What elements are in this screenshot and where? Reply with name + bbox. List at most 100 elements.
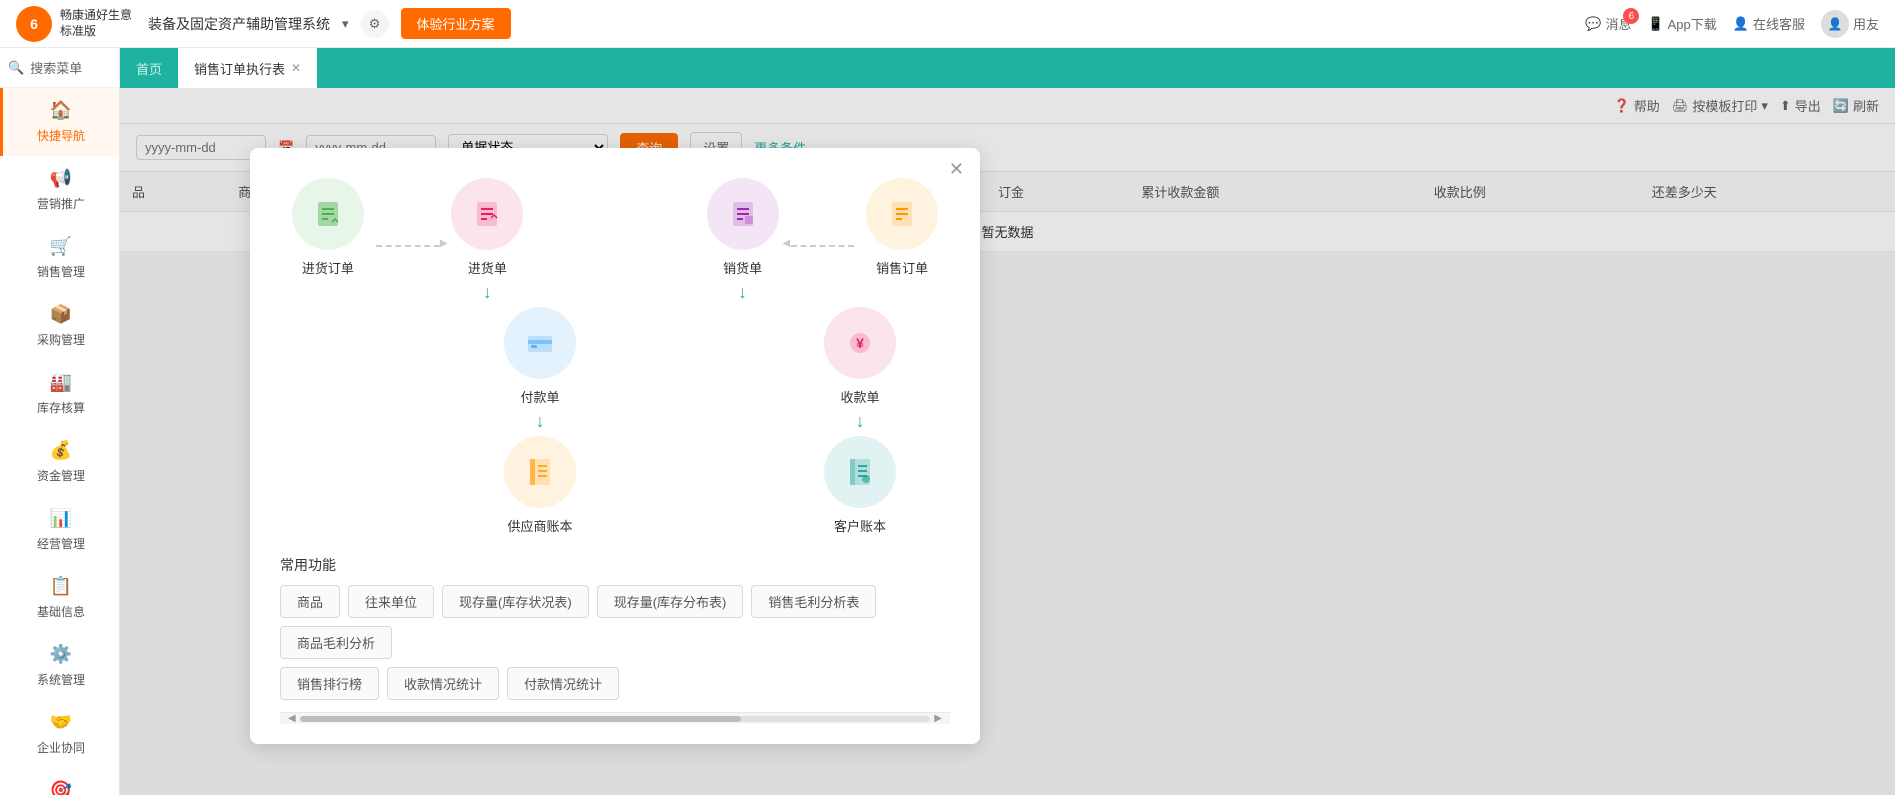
header-right: 💬 消息 6 📱 App下载 👤 在线客服 👤 用友	[1585, 10, 1879, 38]
user-menu[interactable]: 👤 用友	[1821, 10, 1879, 38]
sidebar-item-finance[interactable]: 💰 资金管理	[0, 428, 119, 496]
spacer2	[376, 277, 440, 307]
down-arrow-receipt: ↓	[800, 406, 920, 436]
download-icon: 📱	[1647, 16, 1663, 32]
message-icon: 💬	[1585, 16, 1601, 32]
cf-btn-goods[interactable]: 商品	[280, 585, 340, 618]
enterprise-icon: 🤝	[50, 712, 72, 733]
app-container: 6 畅康通好生意 标准版 装备及固定资产辅助管理系统 ▾ ⚙ 体验行业方案 💬 …	[0, 0, 1895, 795]
home-icon: 🏠	[50, 100, 72, 121]
purchase-icon: 📦	[50, 304, 72, 325]
sidebar-item-sales[interactable]: 🛒 销售管理	[0, 224, 119, 292]
main-body: 🔍 搜索菜单 🏠 快捷导航 📢 营销推广 🛒 销售管理 📦 采购管理 🏭	[0, 48, 1895, 795]
flow-node-purchase-order[interactable]: 进货订单	[280, 178, 376, 277]
system-icon: ⚙️	[50, 644, 72, 665]
sidebar-item-marketing[interactable]: 📢 营销推广	[0, 156, 119, 224]
common-function-buttons: 商品 往来单位 现存量(库存状况表) 现存量(库存分布表) 销售毛利分析表 商品…	[280, 585, 950, 659]
svg-text:¥: ¥	[856, 335, 864, 351]
sidebar-item-quick-nav[interactable]: 🏠 快捷导航	[0, 88, 119, 156]
cf-btn-goods-margin[interactable]: 商品毛利分析	[280, 626, 392, 659]
modal-overlay: ✕	[120, 88, 1895, 795]
page-content: ❓ 帮助 🖨 按模板打印 ▾ ⬆ 导出 🔄 刷新	[120, 88, 1895, 795]
cf-btn-sales-rank[interactable]: 销售排行榜	[280, 667, 379, 700]
top-header: 6 畅康通好生意 标准版 装备及固定资产辅助管理系统 ▾ ⚙ 体验行业方案 💬 …	[0, 0, 1895, 48]
system-name: 装备及固定资产辅助管理系统	[148, 14, 330, 34]
inventory-icon: 🏭	[50, 372, 72, 393]
payment-bill-icon	[504, 307, 576, 379]
r2-s1	[280, 406, 480, 436]
modal-box: ✕	[250, 148, 980, 744]
scroll-left-arrow[interactable]: ◀	[288, 713, 296, 724]
experience-button[interactable]: 体验行业方案	[401, 8, 511, 39]
customer-ledger-icon	[824, 436, 896, 508]
system-dropdown[interactable]: ▾	[342, 16, 349, 32]
common-functions-title: 常用功能	[280, 555, 950, 575]
content-area: 首页 销售订单执行表 ✕ ❓ 帮助 🖨 按模板打印	[120, 48, 1895, 795]
logo-icon: 6	[16, 6, 52, 42]
flow-node-sales-bill[interactable]: 销货单	[695, 178, 791, 277]
sidebar-item-purchase[interactable]: 📦 采购管理	[0, 292, 119, 360]
flow-node-customer-ledger[interactable]: 客户账本	[800, 436, 920, 535]
modal-close-button[interactable]: ✕	[949, 160, 964, 178]
sidebar-item-inventory[interactable]: 🏭 库存核算	[0, 360, 119, 428]
tab-bar: 首页 销售订单执行表 ✕	[120, 48, 1895, 88]
settings-button[interactable]: ⚙	[361, 10, 389, 38]
tab-home[interactable]: 首页	[120, 48, 178, 88]
sidebar-item-enterprise[interactable]: 🤝 企业协同	[0, 700, 119, 768]
scroll-track[interactable]	[300, 716, 931, 722]
flow-node-sales-order[interactable]: 销售订单	[854, 178, 950, 277]
cf-btn-stock-dist[interactable]: 现存量(库存分布表)	[597, 585, 744, 618]
down-arrow-sales: ↓	[695, 277, 791, 307]
sidebar-item-operation[interactable]: 📊 经营管理	[0, 496, 119, 564]
tab-sales-order[interactable]: 销售订单执行表 ✕	[178, 48, 317, 88]
flow-diagram: 进货订单	[280, 178, 950, 535]
search-menu[interactable]: 🔍 搜索菜单	[0, 48, 119, 88]
tab-close-icon[interactable]: ✕	[291, 61, 301, 75]
r2-s2	[600, 406, 800, 436]
operation-icon: 📊	[50, 508, 72, 529]
sales-icon: 🛒	[50, 236, 72, 257]
supplier-ledger-icon	[504, 436, 576, 508]
cf-btn-contacts[interactable]: 往来单位	[348, 585, 434, 618]
logo-area: 6 畅康通好生意 标准版	[16, 6, 136, 42]
search-icon: 🔍	[8, 60, 24, 76]
common-functions: 常用功能 商品 往来单位 现存量(库存状况表) 现存量(库存分布表) 销售毛利分…	[280, 555, 950, 700]
arrow-sales-order-to-bill	[791, 245, 855, 247]
sales-order-icon	[866, 178, 938, 250]
cf-btn-receipt-stat[interactable]: 收款情况统计	[387, 667, 499, 700]
marketing-icon: 📢	[50, 168, 72, 189]
flow-node-supplier-ledger[interactable]: 供应商账本	[480, 436, 600, 535]
user-avatar: 👤	[1821, 10, 1849, 38]
down-arrow-purchase: ↓	[440, 277, 536, 307]
flow-node-purchase-bill[interactable]: 进货单	[440, 178, 536, 277]
finance-icon: 💰	[50, 440, 72, 461]
sidebar: 🔍 搜索菜单 🏠 快捷导航 📢 营销推广 🛒 销售管理 📦 采购管理 🏭	[0, 48, 120, 795]
message-button[interactable]: 💬 消息 6	[1585, 14, 1631, 33]
sales-bill-icon	[707, 178, 779, 250]
arrow-purchase-order-to-bill	[376, 245, 440, 247]
purchase-bill-icon	[451, 178, 523, 250]
spacer3	[535, 277, 695, 307]
header-left: 6 畅康通好生意 标准版 装备及固定资产辅助管理系统 ▾ ⚙ 体验行业方案	[16, 6, 511, 42]
app-download-button[interactable]: 📱 App下载	[1647, 14, 1716, 33]
spacer5	[854, 277, 950, 307]
sidebar-item-basic[interactable]: 📋 基础信息	[0, 564, 119, 632]
cf-btn-stock-status[interactable]: 现存量(库存状况表)	[442, 585, 589, 618]
cf-btn-payment-stat[interactable]: 付款情况统计	[507, 667, 619, 700]
sidebar-item-guide[interactable]: 🎯 新手引导	[0, 768, 119, 795]
flow-node-payment-bill[interactable]: 付款单	[480, 307, 600, 406]
scroll-bar: ◀ ▶	[280, 712, 950, 724]
scroll-right-arrow[interactable]: ▶	[934, 713, 942, 724]
spacer1	[280, 277, 376, 307]
brand-text: 畅康通好生意 标准版	[60, 8, 132, 39]
scroll-thumb	[300, 716, 741, 722]
flow-node-receipt-bill[interactable]: ¥ 收款单	[800, 307, 920, 406]
service-icon: 👤	[1733, 16, 1749, 32]
guide-icon: 🎯	[50, 780, 72, 795]
online-service-button[interactable]: 👤 在线客服	[1733, 14, 1805, 33]
sidebar-item-system[interactable]: ⚙️ 系统管理	[0, 632, 119, 700]
spacer4	[791, 277, 855, 307]
cf-btn-sales-margin[interactable]: 销售毛利分析表	[751, 585, 876, 618]
receipt-bill-icon: ¥	[824, 307, 896, 379]
basic-icon: 📋	[50, 576, 72, 597]
